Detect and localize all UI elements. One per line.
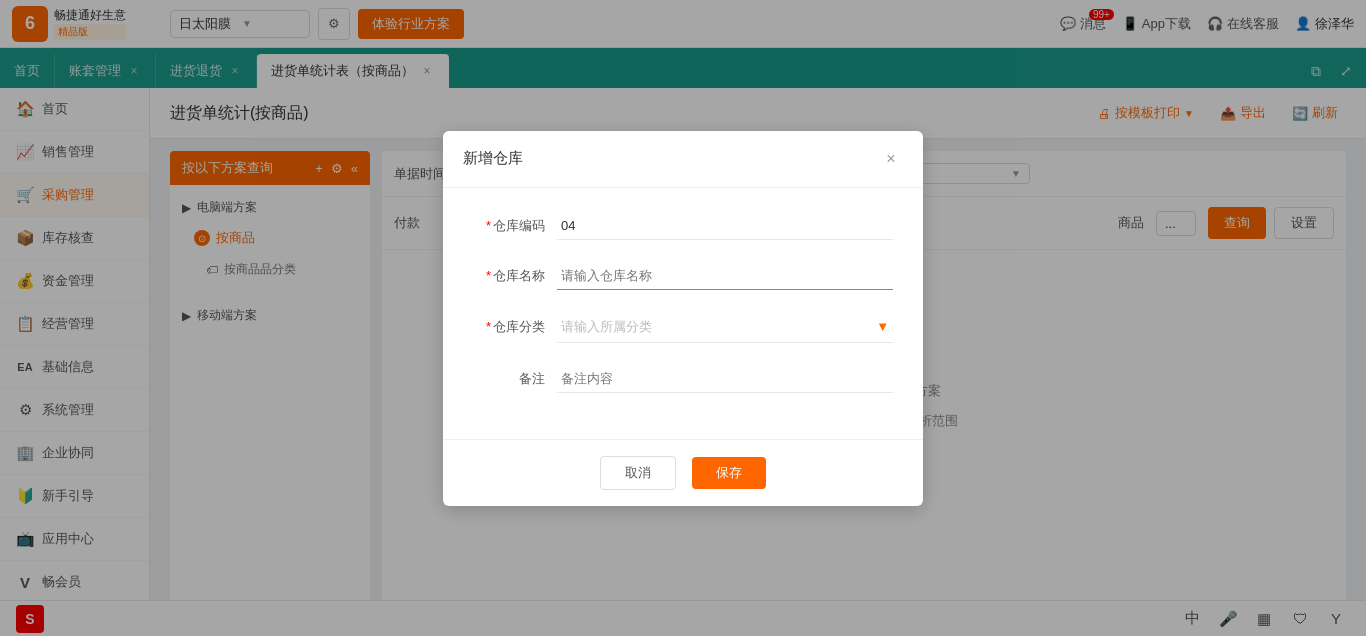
- form-row-category: *仓库分类 请输入所属分类 ▼: [473, 312, 893, 343]
- modal-close-icon[interactable]: ×: [879, 147, 903, 171]
- modal-footer: 取消 保存: [443, 439, 923, 506]
- form-label-name: *仓库名称: [473, 267, 545, 285]
- form-label-note: 备注: [473, 370, 545, 388]
- form-row-code: *仓库编码: [473, 212, 893, 240]
- form-row-note: 备注: [473, 365, 893, 393]
- select-arrow-icon: ▼: [876, 319, 889, 334]
- add-warehouse-modal: 新增仓库 × *仓库编码 *仓库名称 *仓库分类: [443, 131, 923, 506]
- form-label-code: *仓库编码: [473, 217, 545, 235]
- warehouse-category-select[interactable]: 请输入所属分类 ▼: [557, 312, 893, 343]
- modal-title: 新增仓库: [463, 149, 523, 168]
- modal-body: *仓库编码 *仓库名称 *仓库分类 请输入所属分类 ▼: [443, 188, 923, 439]
- warehouse-note-input[interactable]: [557, 365, 893, 393]
- form-row-name: *仓库名称: [473, 262, 893, 290]
- modal-header: 新增仓库 ×: [443, 131, 923, 188]
- modal-overlay[interactable]: 新增仓库 × *仓库编码 *仓库名称 *仓库分类: [0, 0, 1366, 636]
- save-button[interactable]: 保存: [692, 457, 766, 489]
- cancel-button[interactable]: 取消: [600, 456, 676, 490]
- form-label-category: *仓库分类: [473, 318, 545, 336]
- warehouse-code-input[interactable]: [557, 212, 893, 240]
- warehouse-name-input[interactable]: [557, 262, 893, 290]
